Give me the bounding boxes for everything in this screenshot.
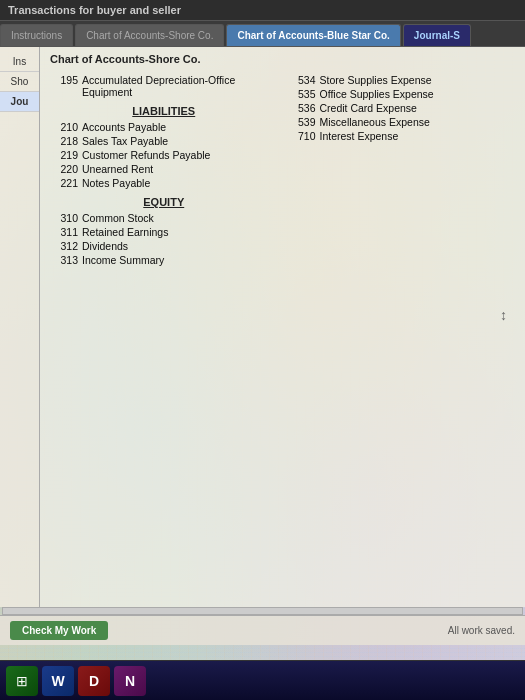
chart-area: Chart of Accounts-Shore Co. 195 Accumula…	[40, 47, 525, 607]
main-content: Ins Sho Jou Chart of Accounts-Shore Co. …	[0, 47, 525, 607]
right-column: 534 Store Supplies Expense 535 Office Su…	[288, 73, 516, 267]
sidebar-item-jou[interactable]: Jou	[0, 92, 39, 112]
tab-bar: Instructions Chart of Accounts-Shore Co.…	[0, 21, 525, 47]
account-row: 220 Unearned Rent	[50, 162, 278, 176]
title-text: Transactions for buyer and seller	[8, 4, 181, 16]
horizontal-scrollbar[interactable]	[2, 607, 523, 615]
account-row: 195 Accumulated Depreciation-Office Equi…	[50, 73, 278, 99]
liabilities-header: LIABILITIES	[50, 99, 278, 120]
taskbar-note-icon[interactable]: N	[114, 666, 146, 696]
account-row: 534 Store Supplies Expense	[288, 73, 516, 87]
account-row: 210 Accounts Payable	[50, 120, 278, 134]
sidebar-item-ins[interactable]: Ins	[0, 52, 39, 72]
tab-chart-blue[interactable]: Chart of Accounts-Blue Star Co.	[226, 24, 400, 46]
tab-journal[interactable]: Journal-S	[403, 24, 471, 46]
account-row: 312 Dividends	[50, 239, 278, 253]
bottom-bar: Check My Work All work saved.	[0, 615, 525, 645]
tab-instructions[interactable]: Instructions	[0, 24, 73, 46]
taskbar-word-icon[interactable]: W	[42, 666, 74, 696]
account-row: 221 Notes Payable	[50, 176, 278, 190]
title-bar: Transactions for buyer and seller	[0, 0, 525, 21]
account-row-credit-card: 536 Credit Card Expense	[288, 101, 516, 115]
chart-title: Chart of Accounts-Shore Co.	[50, 53, 515, 67]
account-row: 310 Common Stock	[50, 211, 278, 225]
content-wrapper: Transactions for buyer and seller Instru…	[0, 0, 525, 700]
taskbar-doc-icon[interactable]: D	[78, 666, 110, 696]
account-row: 218 Sales Tax Payable	[50, 134, 278, 148]
sidebar: Ins Sho Jou	[0, 47, 40, 607]
cursor-indicator: ↕	[500, 307, 507, 323]
equity-header: EQUITY	[50, 190, 278, 211]
sidebar-item-sho[interactable]: Sho	[0, 72, 39, 92]
taskbar-start-button[interactable]: ⊞	[6, 666, 38, 696]
tab-chart-shore[interactable]: Chart of Accounts-Shore Co.	[75, 24, 224, 46]
account-row: 311 Retained Earnings	[50, 225, 278, 239]
account-row: 313 Income Summary	[50, 253, 278, 267]
taskbar: ⊞ W D N	[0, 660, 525, 700]
account-row: 219 Customer Refunds Payable	[50, 148, 278, 162]
accounts-grid: 195 Accumulated Depreciation-Office Equi…	[50, 73, 515, 267]
account-row: 539 Miscellaneous Expense	[288, 115, 516, 129]
saved-status: All work saved.	[448, 625, 515, 636]
check-my-work-button[interactable]: Check My Work	[10, 621, 108, 640]
account-row: 535 Office Supplies Expense	[288, 87, 516, 101]
account-row: 710 Interest Expense	[288, 129, 516, 143]
left-column: 195 Accumulated Depreciation-Office Equi…	[50, 73, 278, 267]
